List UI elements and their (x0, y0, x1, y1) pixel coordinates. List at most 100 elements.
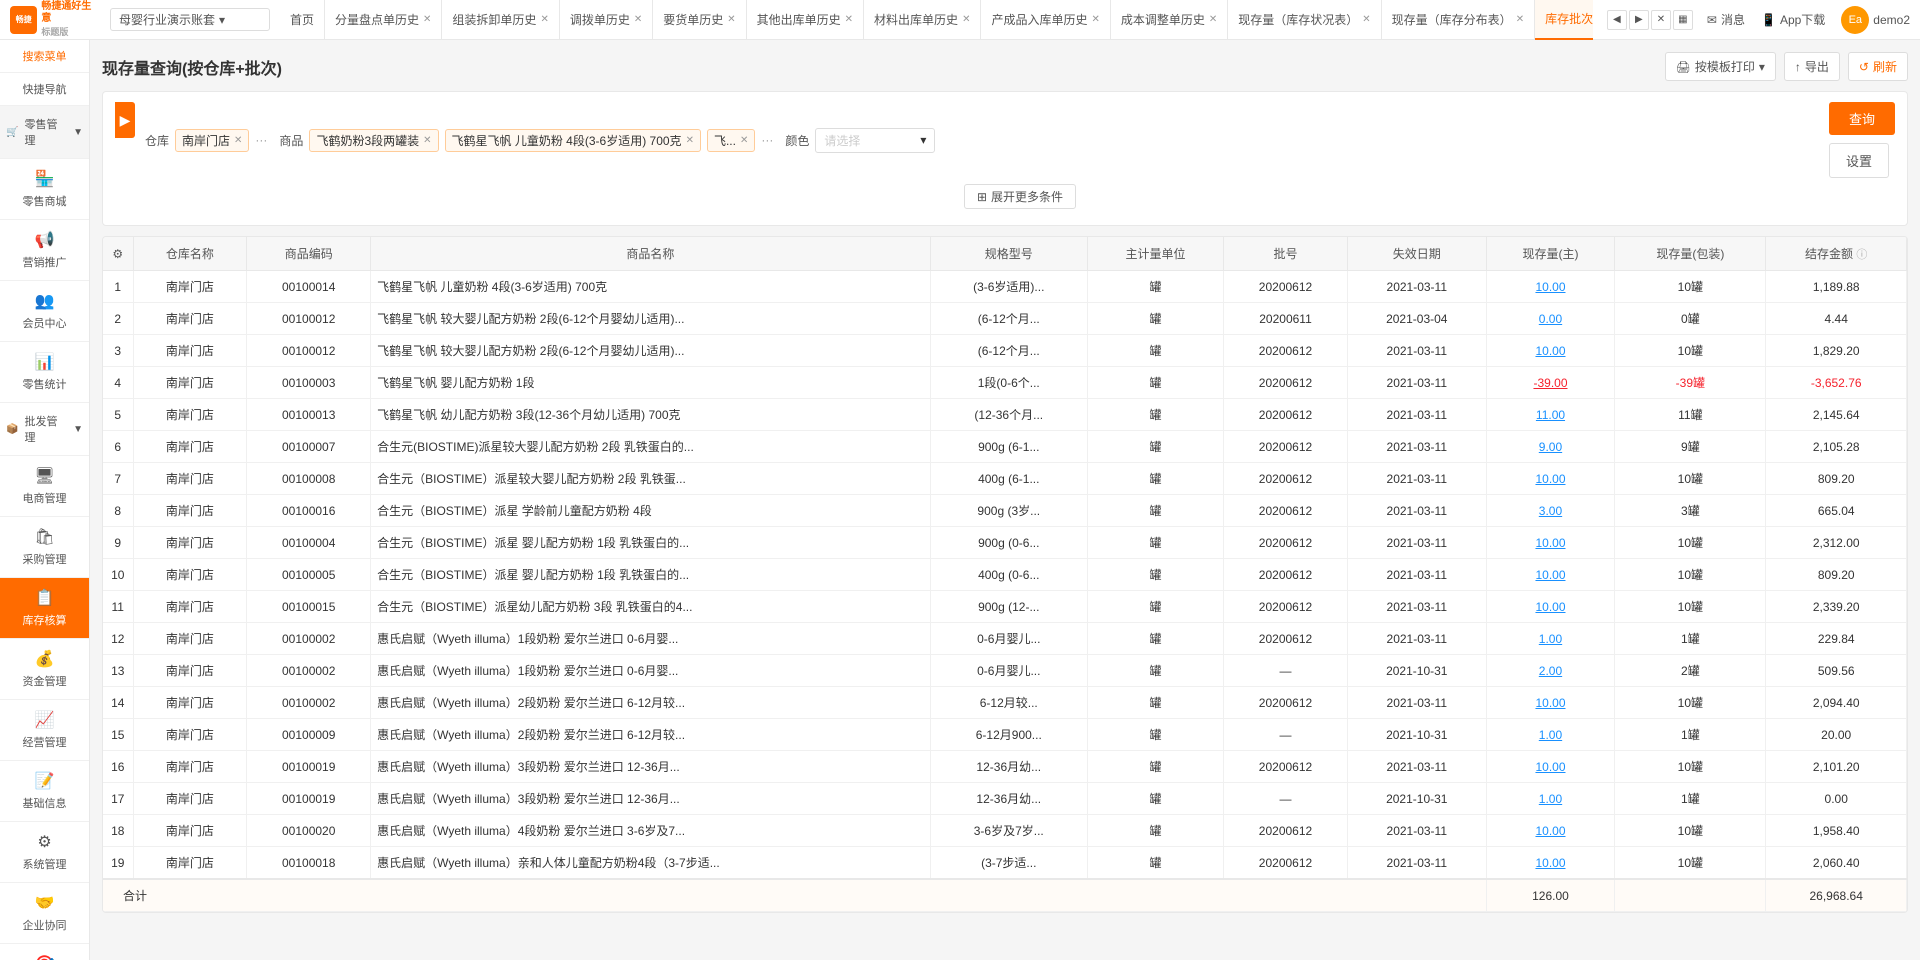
export-button[interactable]: ↑ 导出 (1784, 52, 1840, 81)
close-icon[interactable]: ✕ (423, 14, 431, 25)
row-qty-main[interactable]: 1.00 (1486, 719, 1615, 751)
close-icon[interactable]: ✕ (727, 14, 735, 25)
table-row: 10 南岸门店 00100005 合生元（BIOSTIME）派星 婴儿配方奶粉 … (103, 559, 1907, 591)
row-qty-main[interactable]: 10.00 (1486, 271, 1615, 303)
sidebar-item-ops[interactable]: 📈 经营管理 (0, 700, 89, 761)
sidebar-item-guide[interactable]: 🎯 新手引导 (0, 944, 89, 960)
close-icon[interactable]: ✕ (1362, 14, 1370, 25)
more-products[interactable]: ··· (761, 133, 773, 147)
tab-scroll-right[interactable]: ▶ (1629, 10, 1649, 30)
tab-stock-dist[interactable]: 现存量（库存分布表） ✕ (1382, 0, 1535, 40)
row-unit: 罐 (1087, 751, 1223, 783)
product-tag-1[interactable]: 飞鹤奶粉3段两罐装 ✕ (309, 129, 438, 152)
user-area[interactable]: Ea demo2 (1841, 6, 1910, 34)
close-icon[interactable]: ✕ (634, 14, 642, 25)
setting-button[interactable]: 设置 (1829, 143, 1889, 178)
row-qty-main[interactable]: 0.00 (1486, 303, 1615, 335)
row-batch: 20200612 (1224, 367, 1348, 399)
sidebar-search[interactable]: 搜索菜单 (0, 40, 89, 73)
close-icon[interactable]: ✕ (1091, 14, 1099, 25)
sidebar-item-basic[interactable]: 📝 基础信息 (0, 761, 89, 822)
sidebar-item-purchase[interactable]: 🛍 采购管理 (0, 517, 89, 578)
row-batch: 20200612 (1224, 847, 1348, 880)
tab-yao-huo[interactable]: 要货单历史 ✕ (653, 0, 746, 40)
sidebar-item-member[interactable]: 👥 会员中心 (0, 281, 89, 342)
sidebar-item-retail-stats[interactable]: 📊 零售统计 (0, 342, 89, 403)
sidebar-item-marketing[interactable]: 📢 营销推广 (0, 220, 89, 281)
warehouse-tag[interactable]: 南岸门店 ✕ (175, 129, 249, 152)
remove-product-1-icon[interactable]: ✕ (423, 135, 431, 146)
expand-conditions-btn[interactable]: ⊞ 展开更多条件 (964, 184, 1076, 209)
remove-product-3-icon[interactable]: ✕ (740, 135, 748, 146)
row-warehouse: 南岸门店 (133, 335, 247, 367)
row-qty-main[interactable]: -39.00 (1486, 367, 1615, 399)
sidebar-item-retail-shop[interactable]: 🏪 零售商城 (0, 159, 89, 220)
tab-material-out[interactable]: 材料出库单历史 ✕ (864, 0, 981, 40)
sidebar-item-ecommerce[interactable]: 🖥 电商管理 (0, 456, 89, 517)
row-qty-main[interactable]: 10.00 (1486, 591, 1615, 623)
close-icon[interactable]: ✕ (1516, 14, 1524, 25)
close-icon[interactable]: ✕ (845, 14, 853, 25)
query-button[interactable]: 查询 (1829, 102, 1895, 135)
refresh-button[interactable]: ↺ 刷新 (1848, 52, 1908, 81)
sidebar-item-inventory[interactable]: 📋 库存核算 (0, 578, 89, 639)
tab-scroll-left[interactable]: ◀ (1607, 10, 1627, 30)
tab-zu-zhuang[interactable]: 组装拆卸单历史 ✕ (442, 0, 559, 40)
tab-stock-status[interactable]: 现存量（库存状况表） ✕ (1228, 0, 1381, 40)
close-icon[interactable]: ✕ (1209, 14, 1217, 25)
product-tag-2[interactable]: 飞鹤星飞帆 儿童奶粉 4段(3-6岁适用) 700克 ✕ (445, 129, 701, 152)
sidebar-item-label: 采购管理 (23, 551, 67, 567)
row-qty-main[interactable]: 3.00 (1486, 495, 1615, 527)
row-qty-main[interactable]: 10.00 (1486, 815, 1615, 847)
row-qty-main[interactable]: 1.00 (1486, 783, 1615, 815)
product-tag-3[interactable]: 飞... ✕ (707, 129, 755, 152)
tab-close-btn[interactable]: ✕ (1651, 10, 1671, 30)
amount-info-icon[interactable]: ⓘ (1856, 249, 1867, 261)
tab-diao-bo[interactable]: 调拨单历史 ✕ (560, 0, 653, 40)
row-qty-main[interactable]: 10.00 (1486, 559, 1615, 591)
sidebar-item-finance[interactable]: 💰 资金管理 (0, 639, 89, 700)
row-spec: (6-12个月... (930, 303, 1087, 335)
sidebar-item-enterprise[interactable]: 🤝 企业协同 (0, 883, 89, 944)
close-icon[interactable]: ✕ (540, 14, 548, 25)
app-download-btn[interactable]: 📱 App下载 (1761, 11, 1825, 28)
filter-expand-arrow[interactable]: ▶ (115, 102, 135, 138)
row-name: 惠氏启赋（Wyeth illuma）亲和人体儿童配方奶粉4段（3-7步适... (371, 847, 931, 880)
sidebar-item-wholesale[interactable]: 📦 批发管理 ▼ (0, 403, 89, 456)
close-icon[interactable]: ✕ (962, 14, 970, 25)
sidebar-quick-nav[interactable]: 快捷导航 (0, 73, 89, 106)
sidebar-item-system[interactable]: ⚙ 系统管理 (0, 822, 89, 883)
sidebar-item-retail[interactable]: 🛒 零售管理 ▼ (0, 106, 89, 159)
tab-other-out[interactable]: 其他出库单历史 ✕ (747, 0, 864, 40)
remove-warehouse-icon[interactable]: ✕ (234, 135, 242, 146)
row-qty-main[interactable]: 1.00 (1486, 623, 1615, 655)
tab-fen-pan[interactable]: 分量盘点单历史 ✕ (325, 0, 442, 40)
row-code: 00100012 (247, 303, 371, 335)
row-qty-main[interactable]: 10.00 (1486, 847, 1615, 880)
row-qty-main[interactable]: 11.00 (1486, 399, 1615, 431)
more-warehouses[interactable]: ··· (255, 133, 267, 147)
remove-product-2-icon[interactable]: ✕ (686, 135, 694, 146)
row-batch: 20200612 (1224, 463, 1348, 495)
settings-icon[interactable]: ⚙ (112, 247, 123, 261)
row-qty-main[interactable]: 10.00 (1486, 463, 1615, 495)
row-amount: 2,145.64 (1766, 399, 1907, 431)
tab-product-in[interactable]: 产成品入库单历史 ✕ (981, 0, 1110, 40)
tab-cost-adj[interactable]: 成本调整单历史 ✕ (1111, 0, 1228, 40)
row-qty-main[interactable]: 9.00 (1486, 431, 1615, 463)
print-button[interactable]: 🖨 按模板打印 ▾ (1665, 52, 1776, 81)
row-qty-main[interactable]: 10.00 (1486, 527, 1615, 559)
color-select[interactable]: 请选择 ▾ (815, 128, 935, 153)
row-qty-main[interactable]: 10.00 (1486, 751, 1615, 783)
tab-menu-btn[interactable]: ▦ (1673, 10, 1693, 30)
row-qty-main[interactable]: 2.00 (1486, 655, 1615, 687)
sidebar-item-label: 基础信息 (23, 795, 67, 811)
org-selector[interactable]: 母婴行业演示账套 ▾ (110, 8, 270, 31)
tab-stock-batch[interactable]: 库存批次账 ✕ (1535, 0, 1593, 40)
table-row: 19 南岸门店 00100018 惠氏启赋（Wyeth illuma）亲和人体儿… (103, 847, 1907, 880)
message-btn[interactable]: ✉ 消息 (1707, 11, 1745, 28)
row-qty-main[interactable]: 10.00 (1486, 335, 1615, 367)
row-qty-main[interactable]: 10.00 (1486, 687, 1615, 719)
tab-home[interactable]: 首页 (280, 0, 325, 40)
app-icon: 📱 (1761, 13, 1776, 27)
